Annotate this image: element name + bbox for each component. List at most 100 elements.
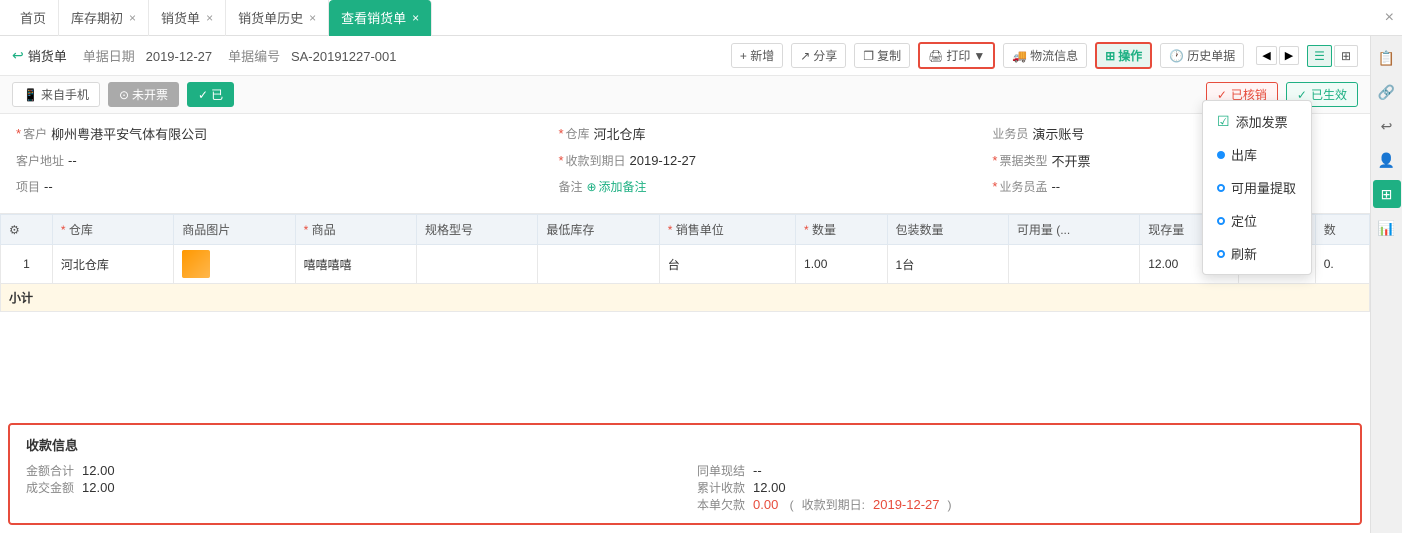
view-toggle: ☰ ⊞ bbox=[1307, 45, 1358, 67]
menu-available-qty[interactable]: 可用量提取 bbox=[1203, 171, 1311, 204]
row-available bbox=[1008, 245, 1139, 284]
row-warehouse: 河北仓库 bbox=[52, 245, 173, 284]
product-thumbnail bbox=[182, 250, 210, 278]
col-product: * 商品 bbox=[295, 215, 416, 245]
sidebar-chart-icon[interactable]: ⊞ bbox=[1373, 180, 1401, 208]
row-product-img bbox=[174, 245, 295, 284]
doc-type-title: ↩ 销货单 bbox=[12, 46, 67, 65]
circle-icon3 bbox=[1217, 250, 1225, 258]
circle-icon2 bbox=[1217, 217, 1225, 225]
doc-date-label: 单据日期 2019-12-27 bbox=[83, 46, 212, 65]
customer-addr-field: 客户地址 -- bbox=[16, 152, 558, 169]
plus-icon: ⊕ bbox=[586, 180, 596, 194]
grid-icon: ⊞ bbox=[1105, 49, 1115, 63]
list-view-btn[interactable]: ☰ bbox=[1307, 45, 1332, 67]
total-amount-row: 金额合计 12.00 bbox=[26, 462, 673, 479]
confirm-button[interactable]: ✓ 已 bbox=[187, 82, 234, 107]
current-due-row: 本单欠款 0.00 ( 收款到期日: 2019-12-27 ) bbox=[697, 496, 1344, 513]
tab-close-history[interactable]: × bbox=[309, 11, 316, 25]
row-sales-unit: 台 bbox=[659, 245, 795, 284]
subtotal-row: 小计 bbox=[1, 284, 1370, 312]
radio-icon bbox=[1217, 151, 1225, 159]
copy-icon: ❐ bbox=[863, 49, 874, 63]
menu-refresh[interactable]: 刷新 bbox=[1203, 237, 1311, 270]
tab-bar: 首页 库存期初 × 销货单 × 销货单历史 × 查看销货单 × × bbox=[0, 0, 1402, 36]
col-sales-unit: * 销售单位 bbox=[659, 215, 795, 245]
tab-home[interactable]: 首页 bbox=[8, 0, 59, 36]
menu-locate[interactable]: 定位 bbox=[1203, 204, 1311, 237]
payment-due-field: * 收款到期日 2019-12-27 bbox=[558, 152, 992, 169]
next-arrow[interactable]: ▶ bbox=[1279, 46, 1299, 65]
truck-icon: 🚚 bbox=[1012, 49, 1027, 63]
print-dropdown-icon: ▼ bbox=[973, 49, 985, 63]
row-spec bbox=[416, 245, 537, 284]
tab-sales-history[interactable]: 销货单历史 × bbox=[226, 0, 329, 36]
tab-view-sales[interactable]: 查看销货单 × bbox=[329, 0, 432, 36]
operation-button[interactable]: ⊞ 操作 bbox=[1095, 42, 1152, 69]
payment-info-left: 金额合计 12.00 成交金额 12.00 bbox=[26, 462, 673, 513]
grid-view-btn[interactable]: ⊞ bbox=[1334, 45, 1358, 67]
check-icon: ✓ bbox=[198, 88, 208, 102]
window-close-button[interactable]: × bbox=[1385, 9, 1394, 27]
nav-arrows: ◀ ▶ bbox=[1256, 46, 1299, 65]
sidebar-return-icon[interactable]: ↩ bbox=[1373, 112, 1401, 140]
form-area: * 客户 柳州粤港平安气体有限公司 * 仓库 河北仓库 业务员 演示账号 客户地… bbox=[0, 114, 1370, 214]
ticket-icon: ⊙ bbox=[119, 88, 129, 102]
col-available: 可用量 (... bbox=[1008, 215, 1139, 245]
payment-info-grid: 金额合计 12.00 成交金额 12.00 同单现结 -- 累计收款 bbox=[26, 462, 1344, 513]
from-phone-button[interactable]: 📱 来自手机 bbox=[12, 82, 100, 107]
doc-header: ↩ 销货单 单据日期 2019-12-27 单据编号 SA-20191227-0… bbox=[0, 36, 1370, 76]
doc-number-label: 单据编号 SA-20191227-001 bbox=[228, 46, 396, 65]
form-row-2: 客户地址 -- * 收款到期日 2019-12-27 * 票据类型 不开票 bbox=[16, 151, 1354, 170]
doc-meta: 单据日期 2019-12-27 单据编号 SA-20191227-001 bbox=[83, 46, 731, 65]
right-sidebar: 📋 🔗 ↩ 👤 ⊞ 📊 bbox=[1370, 36, 1402, 533]
transaction-row: 成交金额 12.00 bbox=[26, 479, 673, 496]
tab-close-inventory[interactable]: × bbox=[129, 11, 136, 25]
col-pack-qty: 包装数量 bbox=[887, 215, 1008, 245]
share-button[interactable]: ↗ 分享 bbox=[791, 43, 846, 68]
cumulative-row: 累计收款 12.00 bbox=[697, 479, 1344, 496]
col-quantity: * 数量 bbox=[796, 215, 888, 245]
table-header-row: ⚙ * 仓库 商品图片 * 商品 规格型号 最低库存 * 销售单位 * 数量 包… bbox=[1, 215, 1370, 245]
print-icon: 🖨 bbox=[928, 49, 943, 63]
menu-add-invoice[interactable]: ☑ 添加发票 bbox=[1203, 105, 1311, 138]
col-product-img: 商品图片 bbox=[174, 215, 295, 245]
sidebar-doc-icon[interactable]: 📋 bbox=[1373, 44, 1401, 72]
new-button[interactable]: + 新增 bbox=[731, 43, 783, 68]
sidebar-extra-icon[interactable]: 📊 bbox=[1373, 214, 1401, 242]
subtotal-label: 小计 bbox=[1, 284, 1370, 312]
tab-inventory-init[interactable]: 库存期初 × bbox=[59, 0, 149, 36]
operation-dropdown: ☑ 添加发票 出库 可用量提取 定位 刷新 bbox=[1202, 100, 1312, 275]
row-quantity: 1.00 bbox=[796, 245, 888, 284]
history-icon: 🕐 bbox=[1169, 49, 1184, 63]
circle-icon bbox=[1217, 184, 1225, 192]
menu-outbound[interactable]: 出库 bbox=[1203, 138, 1311, 171]
tab-sales-order[interactable]: 销货单 × bbox=[149, 0, 226, 36]
form-row-1: * 客户 柳州粤港平安气体有限公司 * 仓库 河北仓库 业务员 演示账号 bbox=[16, 124, 1354, 143]
payment-info: 收款信息 金额合计 12.00 成交金额 12.00 同单现结 -- bbox=[8, 423, 1362, 525]
project-field: 项目 -- bbox=[16, 178, 558, 195]
not-opened-button[interactable]: ⊙ 未开票 bbox=[108, 82, 179, 107]
payment-info-title: 收款信息 bbox=[26, 435, 1344, 454]
warehouse-field: * 仓库 河北仓库 bbox=[558, 124, 992, 143]
table-row: 1 河北仓库 嘻嘻嘻嘻 台 1.00 1台 12.00 bbox=[1, 245, 1370, 284]
history-button[interactable]: 🕐 历史单据 bbox=[1160, 43, 1244, 68]
doc-icon: ↩ bbox=[12, 47, 24, 64]
logistics-button[interactable]: 🚚 物流信息 bbox=[1003, 43, 1087, 68]
data-table: ⚙ * 仓库 商品图片 * 商品 规格型号 最低库存 * 销售单位 * 数量 包… bbox=[0, 214, 1370, 312]
col-amount: 数 bbox=[1315, 215, 1369, 245]
prev-arrow[interactable]: ◀ bbox=[1256, 46, 1276, 65]
col-spec: 规格型号 bbox=[416, 215, 537, 245]
tab-close-sales[interactable]: × bbox=[206, 11, 213, 25]
tab-close-view-sales[interactable]: × bbox=[412, 11, 419, 25]
sidebar-user-icon[interactable]: 👤 bbox=[1373, 146, 1401, 174]
print-button[interactable]: 🖨 打印 ▼ bbox=[918, 42, 995, 69]
phone-icon: 📱 bbox=[23, 88, 38, 102]
add-note-button[interactable]: ⊕ 添加备注 bbox=[586, 178, 646, 195]
copy-button[interactable]: ❐ 复制 bbox=[854, 43, 910, 68]
sidebar-link-icon[interactable]: 🔗 bbox=[1373, 78, 1401, 106]
payment-info-right: 同单现结 -- 累计收款 12.00 本单欠款 0.00 ( 收款到期日: 20… bbox=[697, 462, 1344, 513]
customer-field: * 客户 柳州粤港平安气体有限公司 bbox=[16, 124, 558, 143]
toolbar: + 新增 ↗ 分享 ❐ 复制 🖨 打印 ▼ 🚚 物流信息 bbox=[731, 42, 1358, 69]
checkbox-icon: ☑ bbox=[1217, 113, 1230, 130]
